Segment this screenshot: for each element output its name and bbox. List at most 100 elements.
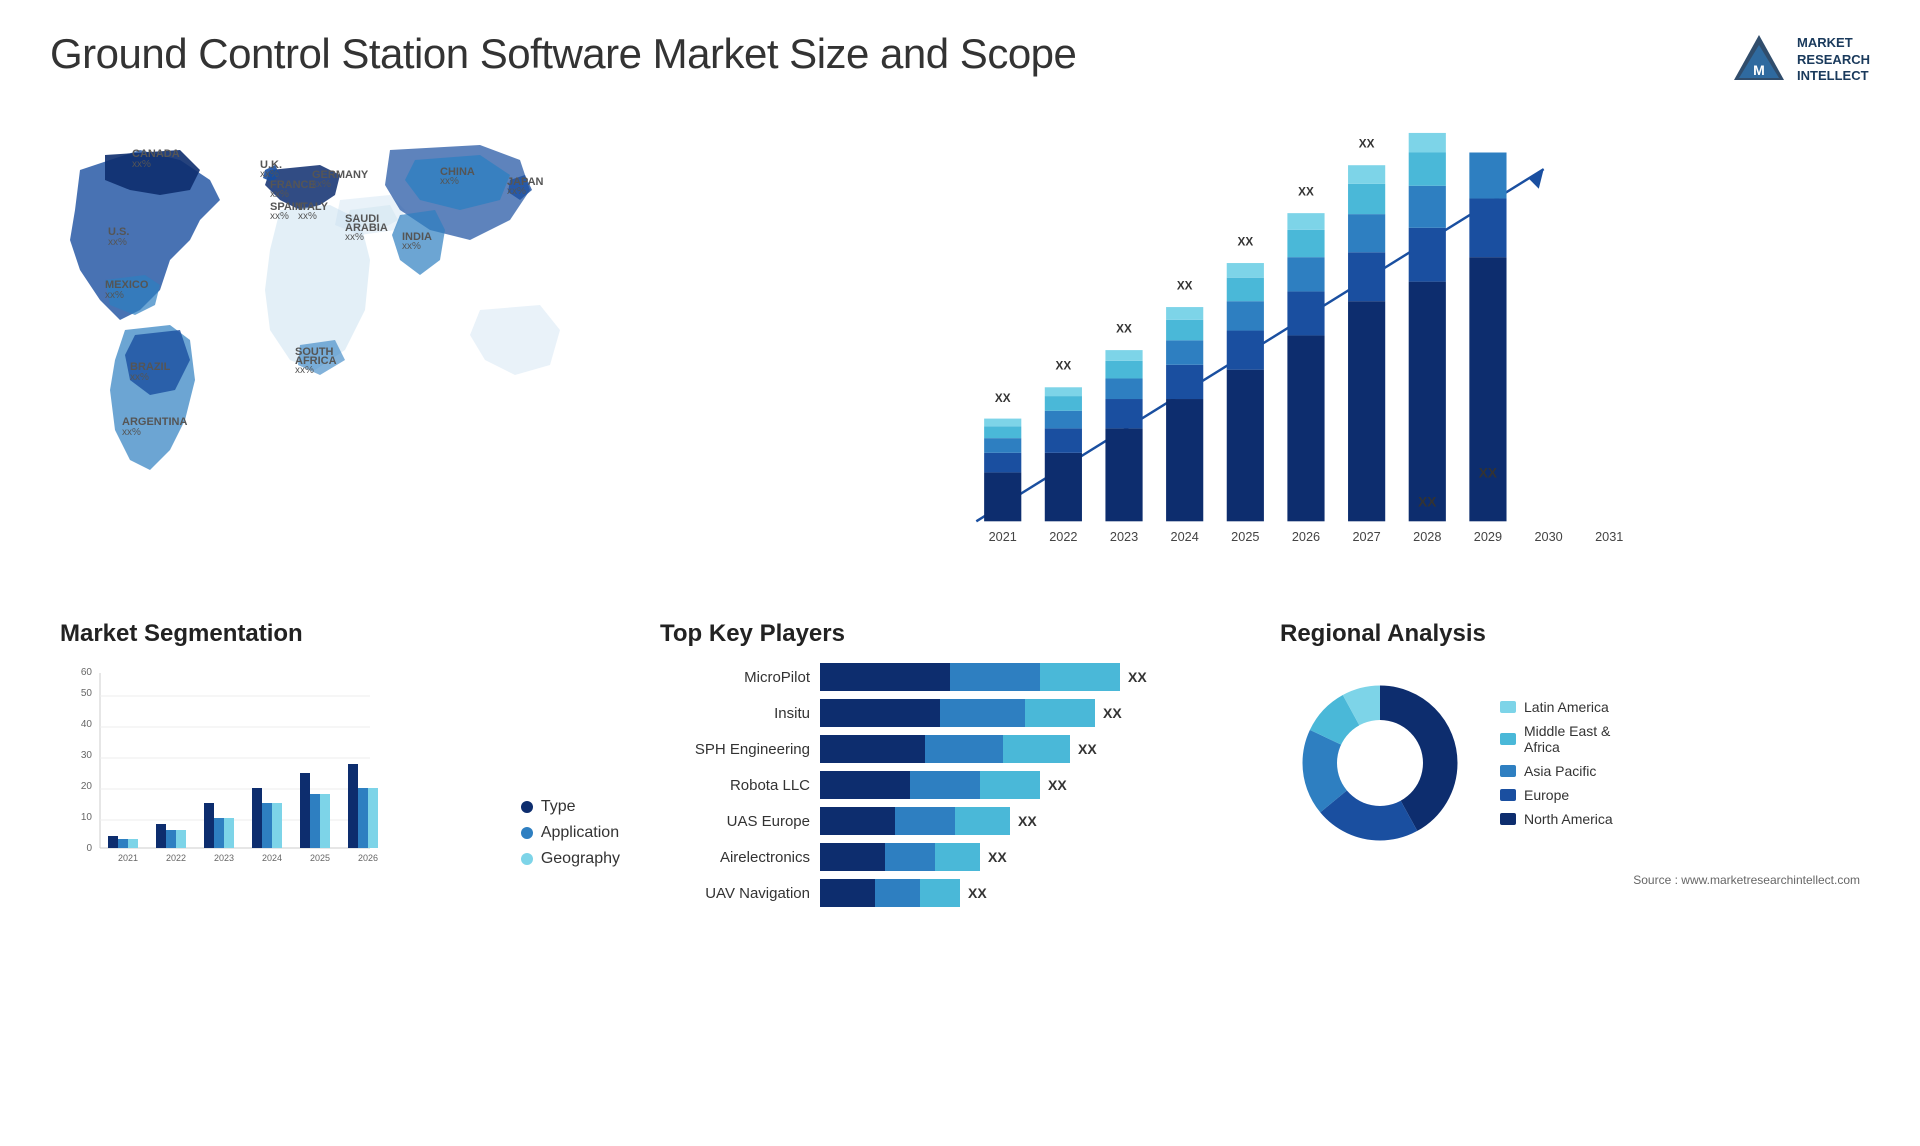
svg-text:0: 0 [86, 843, 92, 854]
source-text: Source : www.marketresearchintellect.com [1280, 873, 1860, 887]
svg-text:XX: XX [1298, 186, 1314, 199]
player-name-micropilot: MicroPilot [660, 669, 810, 686]
world-map-svg: CANADA xx% U.S. xx% MEXICO xx% BRAZIL xx… [50, 110, 630, 570]
svg-text:2021: 2021 [989, 529, 1017, 544]
player-name-insitu: Insitu [660, 705, 810, 722]
player-name-uav: UAV Navigation [660, 885, 810, 902]
asia-pacific-color [1500, 765, 1516, 777]
europe-color [1500, 789, 1516, 801]
svg-text:2024: 2024 [262, 853, 282, 863]
seg-chart: 0 10 20 30 40 50 60 [60, 663, 501, 888]
svg-text:xx%: xx% [345, 232, 364, 243]
svg-text:2023: 2023 [214, 853, 234, 863]
svg-text:XX: XX [995, 392, 1011, 405]
donut-chart [1280, 663, 1480, 863]
legend-europe: Europe [1500, 787, 1613, 803]
svg-text:2022: 2022 [166, 853, 186, 863]
svg-text:2031: 2031 [1595, 529, 1623, 544]
player-row-sph: SPH Engineering XX [660, 735, 1240, 763]
svg-text:M: M [1753, 62, 1765, 78]
svg-text:xx%: xx% [122, 427, 141, 438]
regional-legend: Latin America Middle East &Africa Asia P… [1500, 699, 1613, 827]
key-players-title: Top Key Players [660, 620, 1240, 648]
legend-north-america: North America [1500, 811, 1613, 827]
player-row-uas: UAS Europe XX [660, 807, 1240, 835]
player-name-airelectronics: Airelectronics [660, 849, 810, 866]
svg-text:xx%: xx% [132, 159, 151, 170]
donut-svg [1280, 663, 1480, 863]
regional-content: Latin America Middle East &Africa Asia P… [1280, 663, 1860, 863]
svg-text:XX: XX [1116, 323, 1132, 336]
svg-text:xx%: xx% [105, 290, 124, 301]
svg-text:60: 60 [81, 667, 93, 678]
legend-type-dot [521, 801, 533, 813]
svg-text:xx%: xx% [402, 241, 421, 252]
player-bar-insitu: XX [820, 699, 1240, 727]
player-name-uas: UAS Europe [660, 813, 810, 830]
svg-text:2027: 2027 [1352, 529, 1380, 544]
growth-chart-svg: XX 2021 XX 2022 XX 2023 [670, 130, 1850, 580]
bottom-right-section: Top Key Players MicroPilot XX [650, 610, 1870, 1096]
legend-application-dot [521, 827, 533, 839]
players-list: MicroPilot XX Insitu [660, 663, 1240, 907]
logo-icon: M [1729, 30, 1789, 90]
svg-text:XX: XX [1238, 235, 1254, 248]
svg-text:XX: XX [1418, 495, 1437, 510]
chart-section: XX 2021 XX 2022 XX 2023 [650, 110, 1870, 590]
svg-text:2025: 2025 [1231, 529, 1259, 544]
middle-east-color [1500, 733, 1516, 745]
legend-middle-east: Middle East &Africa [1500, 723, 1613, 755]
svg-text:xx%: xx% [295, 365, 314, 376]
player-row-micropilot: MicroPilot XX [660, 663, 1240, 691]
legend-geography: Geography [521, 850, 620, 868]
svg-text:40: 40 [81, 719, 93, 730]
svg-text:XX: XX [1056, 360, 1072, 373]
segmentation-content: 0 10 20 30 40 50 60 [60, 663, 620, 888]
legend-application: Application [521, 824, 620, 842]
svg-text:30: 30 [81, 750, 93, 761]
main-content: CANADA xx% U.S. xx% MEXICO xx% BRAZIL xx… [50, 110, 1870, 1096]
svg-text:2021: 2021 [118, 853, 138, 863]
segmentation-chart-svg: 0 10 20 30 40 50 60 [60, 663, 380, 883]
svg-text:2022: 2022 [1049, 529, 1077, 544]
player-row-uav: UAV Navigation XX [660, 879, 1240, 907]
page-container: Ground Control Station Software Market S… [0, 0, 1920, 1146]
svg-text:XX: XX [1479, 465, 1498, 480]
svg-text:xx%: xx% [312, 179, 331, 190]
player-name-sph: SPH Engineering [660, 741, 810, 758]
svg-text:xx%: xx% [270, 211, 289, 222]
map-section: CANADA xx% U.S. xx% MEXICO xx% BRAZIL xx… [50, 110, 630, 590]
player-row-robota: Robota LLC XX [660, 771, 1240, 799]
svg-text:2024: 2024 [1171, 529, 1199, 544]
player-bar-uas: XX [820, 807, 1240, 835]
svg-text:xx%: xx% [298, 211, 317, 222]
logo-text: MARKET RESEARCH INTELLECT [1797, 35, 1870, 86]
svg-text:xx%: xx% [130, 372, 149, 383]
svg-text:XX: XX [1359, 138, 1375, 151]
svg-text:10: 10 [81, 812, 93, 823]
bottom-section: Market Segmentation 0 10 20 30 40 [50, 610, 630, 1096]
seg-legend: Type Application Geography [521, 798, 620, 888]
regional-section: Regional Analysis [1270, 610, 1870, 1096]
svg-text:xx%: xx% [108, 237, 127, 248]
latin-america-color [1500, 701, 1516, 713]
logo-container: M MARKET RESEARCH INTELLECT [1729, 30, 1870, 90]
svg-text:XX: XX [1177, 279, 1193, 292]
segmentation-title: Market Segmentation [60, 620, 620, 648]
svg-text:2026: 2026 [1292, 529, 1320, 544]
regional-title: Regional Analysis [1280, 620, 1860, 648]
player-row-insitu: Insitu XX [660, 699, 1240, 727]
north-america-color [1500, 813, 1516, 825]
header: Ground Control Station Software Market S… [50, 30, 1870, 90]
svg-text:2026: 2026 [358, 853, 378, 863]
player-name-robota: Robota LLC [660, 777, 810, 794]
player-row-airelectronics: Airelectronics XX [660, 843, 1240, 871]
svg-text:2025: 2025 [310, 853, 330, 863]
player-bar-sph: XX [820, 735, 1240, 763]
svg-text:2029: 2029 [1474, 529, 1502, 544]
player-bar-robota: XX [820, 771, 1240, 799]
player-bar-uav: XX [820, 879, 1240, 907]
player-bar-airelectronics: XX [820, 843, 1240, 871]
svg-text:50: 50 [81, 688, 93, 699]
legend-asia-pacific: Asia Pacific [1500, 763, 1613, 779]
